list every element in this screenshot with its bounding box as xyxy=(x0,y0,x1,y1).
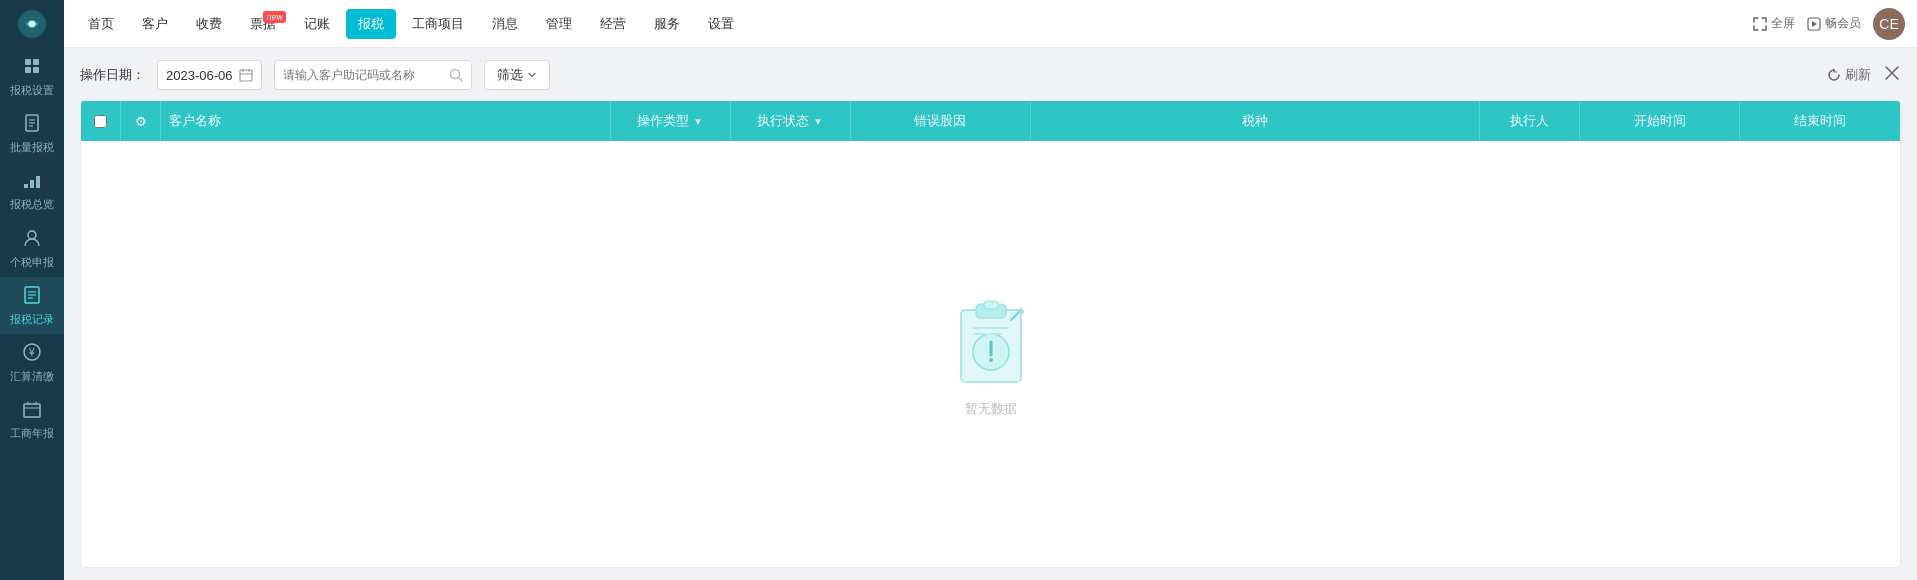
th-starttime: 开始时间 xyxy=(1580,101,1740,141)
play-icon xyxy=(1807,17,1821,31)
svg-line-31 xyxy=(458,78,462,82)
content-area: 操作日期： 2023-06-06 xyxy=(64,48,1917,580)
th-status[interactable]: 执行状态 ▼ xyxy=(731,101,851,141)
svg-point-13 xyxy=(28,231,36,239)
nav-services[interactable]: 服务 xyxy=(642,9,692,39)
search-box[interactable] xyxy=(274,60,472,90)
svg-rect-10 xyxy=(24,184,28,188)
th-endtime: 结束时间 xyxy=(1740,101,1900,141)
th-executor: 执行人 xyxy=(1480,101,1580,141)
refresh-icon xyxy=(1827,68,1841,82)
sidebar-item-label: 批量报税 xyxy=(10,141,54,154)
sidebar-item-tax-record[interactable]: 报税记录 xyxy=(0,277,64,334)
nav-business[interactable]: 工商项目 xyxy=(400,9,476,39)
topnav-right: 全屏 畅会员 CE xyxy=(1753,8,1905,40)
app-logo xyxy=(0,0,64,48)
nav-settings[interactable]: 设置 xyxy=(696,9,746,39)
th-optype[interactable]: 操作类型 ▼ xyxy=(611,101,731,141)
calendar-icon xyxy=(239,68,253,82)
empty-text: 暂无数据 xyxy=(965,400,1017,418)
nav-billing[interactable]: 收费 xyxy=(184,9,234,39)
th-checkbox[interactable] xyxy=(81,101,121,141)
th-taxtype: 税种 xyxy=(1031,101,1481,141)
svg-rect-12 xyxy=(36,176,40,188)
page-content: 操作日期： 2023-06-06 xyxy=(64,48,1917,580)
search-input[interactable] xyxy=(283,68,443,82)
sort-icon-status: ▼ xyxy=(813,116,823,127)
svg-marker-25 xyxy=(1812,21,1817,27)
sidebar-item-annual-report[interactable]: 工商年报 xyxy=(0,391,64,448)
nav-operations[interactable]: 经营 xyxy=(588,9,638,39)
svg-rect-11 xyxy=(30,180,34,188)
th-errorreason: 错误股因 xyxy=(851,101,1031,141)
chevron-down-icon xyxy=(527,70,537,80)
sidebar-item-batch-tax[interactable]: 批量报税 xyxy=(0,105,64,162)
table-container: ⚙ 客户名称 操作类型 ▼ 执行状态 ▼ 错误股因 xyxy=(80,100,1901,568)
nav-messages[interactable]: 消息 xyxy=(480,9,530,39)
sidebar-item-label: 汇算清缴 xyxy=(10,370,54,383)
svg-rect-26 xyxy=(240,70,252,81)
svg-rect-36 xyxy=(984,301,998,309)
settlement-icon: ¥ xyxy=(22,342,42,367)
svg-point-39 xyxy=(989,358,993,362)
tax-summary-icon xyxy=(22,170,42,195)
annual-report-icon xyxy=(22,399,42,424)
th-settings[interactable]: ⚙ xyxy=(121,101,161,141)
batch-tax-icon xyxy=(22,113,42,138)
fullscreen-icon xyxy=(1753,17,1767,31)
date-picker[interactable]: 2023-06-06 xyxy=(157,60,262,90)
svg-point-1 xyxy=(29,21,35,27)
sidebar-item-tax-summary[interactable]: 报税总览 xyxy=(0,162,64,219)
toolbar: 操作日期： 2023-06-06 xyxy=(80,60,1901,90)
toolbar-right: 刷新 xyxy=(1827,64,1901,87)
sidebar-item-label: 报税记录 xyxy=(10,313,54,326)
main-area: 首页 客户 收费 票据 new 记账 报税 工商项目 消息 管理 经营 服务 设… xyxy=(64,0,1917,580)
th-client: 客户名称 xyxy=(161,101,611,141)
empty-state: 暂无数据 xyxy=(946,290,1036,418)
nav-tax[interactable]: 报税 xyxy=(346,9,396,39)
nav-customer[interactable]: 客户 xyxy=(130,9,180,39)
nav-accounting[interactable]: 记账 xyxy=(292,9,342,39)
top-navigation: 首页 客户 收费 票据 new 记账 报税 工商项目 消息 管理 经营 服务 设… xyxy=(64,0,1917,48)
nav-home[interactable]: 首页 xyxy=(76,9,126,39)
sidebar-item-individual-tax[interactable]: 个税申报 xyxy=(0,220,64,277)
fullscreen-button[interactable]: 全屏 xyxy=(1753,15,1795,32)
close-button[interactable] xyxy=(1883,64,1901,87)
sidebar-item-settlement[interactable]: ¥ 汇算清缴 xyxy=(0,334,64,391)
new-badge: new xyxy=(263,11,286,24)
tax-record-icon xyxy=(22,285,42,310)
user-avatar[interactable]: CE xyxy=(1873,8,1905,40)
svg-rect-4 xyxy=(25,67,31,73)
sidebar-item-label: 工商年报 xyxy=(10,427,54,440)
tax-settings-icon xyxy=(22,56,42,81)
svg-rect-20 xyxy=(24,404,40,417)
individual-tax-icon xyxy=(22,228,42,253)
search-icon xyxy=(449,68,463,82)
sort-icon-optype: ▼ xyxy=(693,116,703,127)
table-header: ⚙ 客户名称 操作类型 ▼ 执行状态 ▼ 错误股因 xyxy=(81,101,1900,141)
nav-invoice[interactable]: 票据 new xyxy=(238,9,288,39)
refresh-button[interactable]: 刷新 xyxy=(1827,66,1871,84)
member-button[interactable]: 畅会员 xyxy=(1807,15,1861,32)
svg-rect-2 xyxy=(25,59,31,65)
sidebar-item-label: 个税申报 xyxy=(10,256,54,269)
date-label: 操作日期： xyxy=(80,66,145,84)
table-body: 暂无数据 xyxy=(81,141,1900,567)
sidebar: 报税设置 批量报税 报税总览 xyxy=(0,0,64,580)
empty-illustration xyxy=(946,290,1036,390)
sidebar-item-label: 报税设置 xyxy=(10,84,54,97)
svg-rect-5 xyxy=(33,67,39,73)
svg-rect-3 xyxy=(33,59,39,65)
sidebar-item-tax-settings[interactable]: 报税设置 xyxy=(0,48,64,105)
sidebar-item-label: 报税总览 xyxy=(10,198,54,211)
svg-text:¥: ¥ xyxy=(28,347,35,358)
filter-button[interactable]: 筛选 xyxy=(484,60,550,90)
close-icon xyxy=(1883,64,1901,82)
select-all-checkbox[interactable] xyxy=(94,115,107,128)
nav-management[interactable]: 管理 xyxy=(534,9,584,39)
